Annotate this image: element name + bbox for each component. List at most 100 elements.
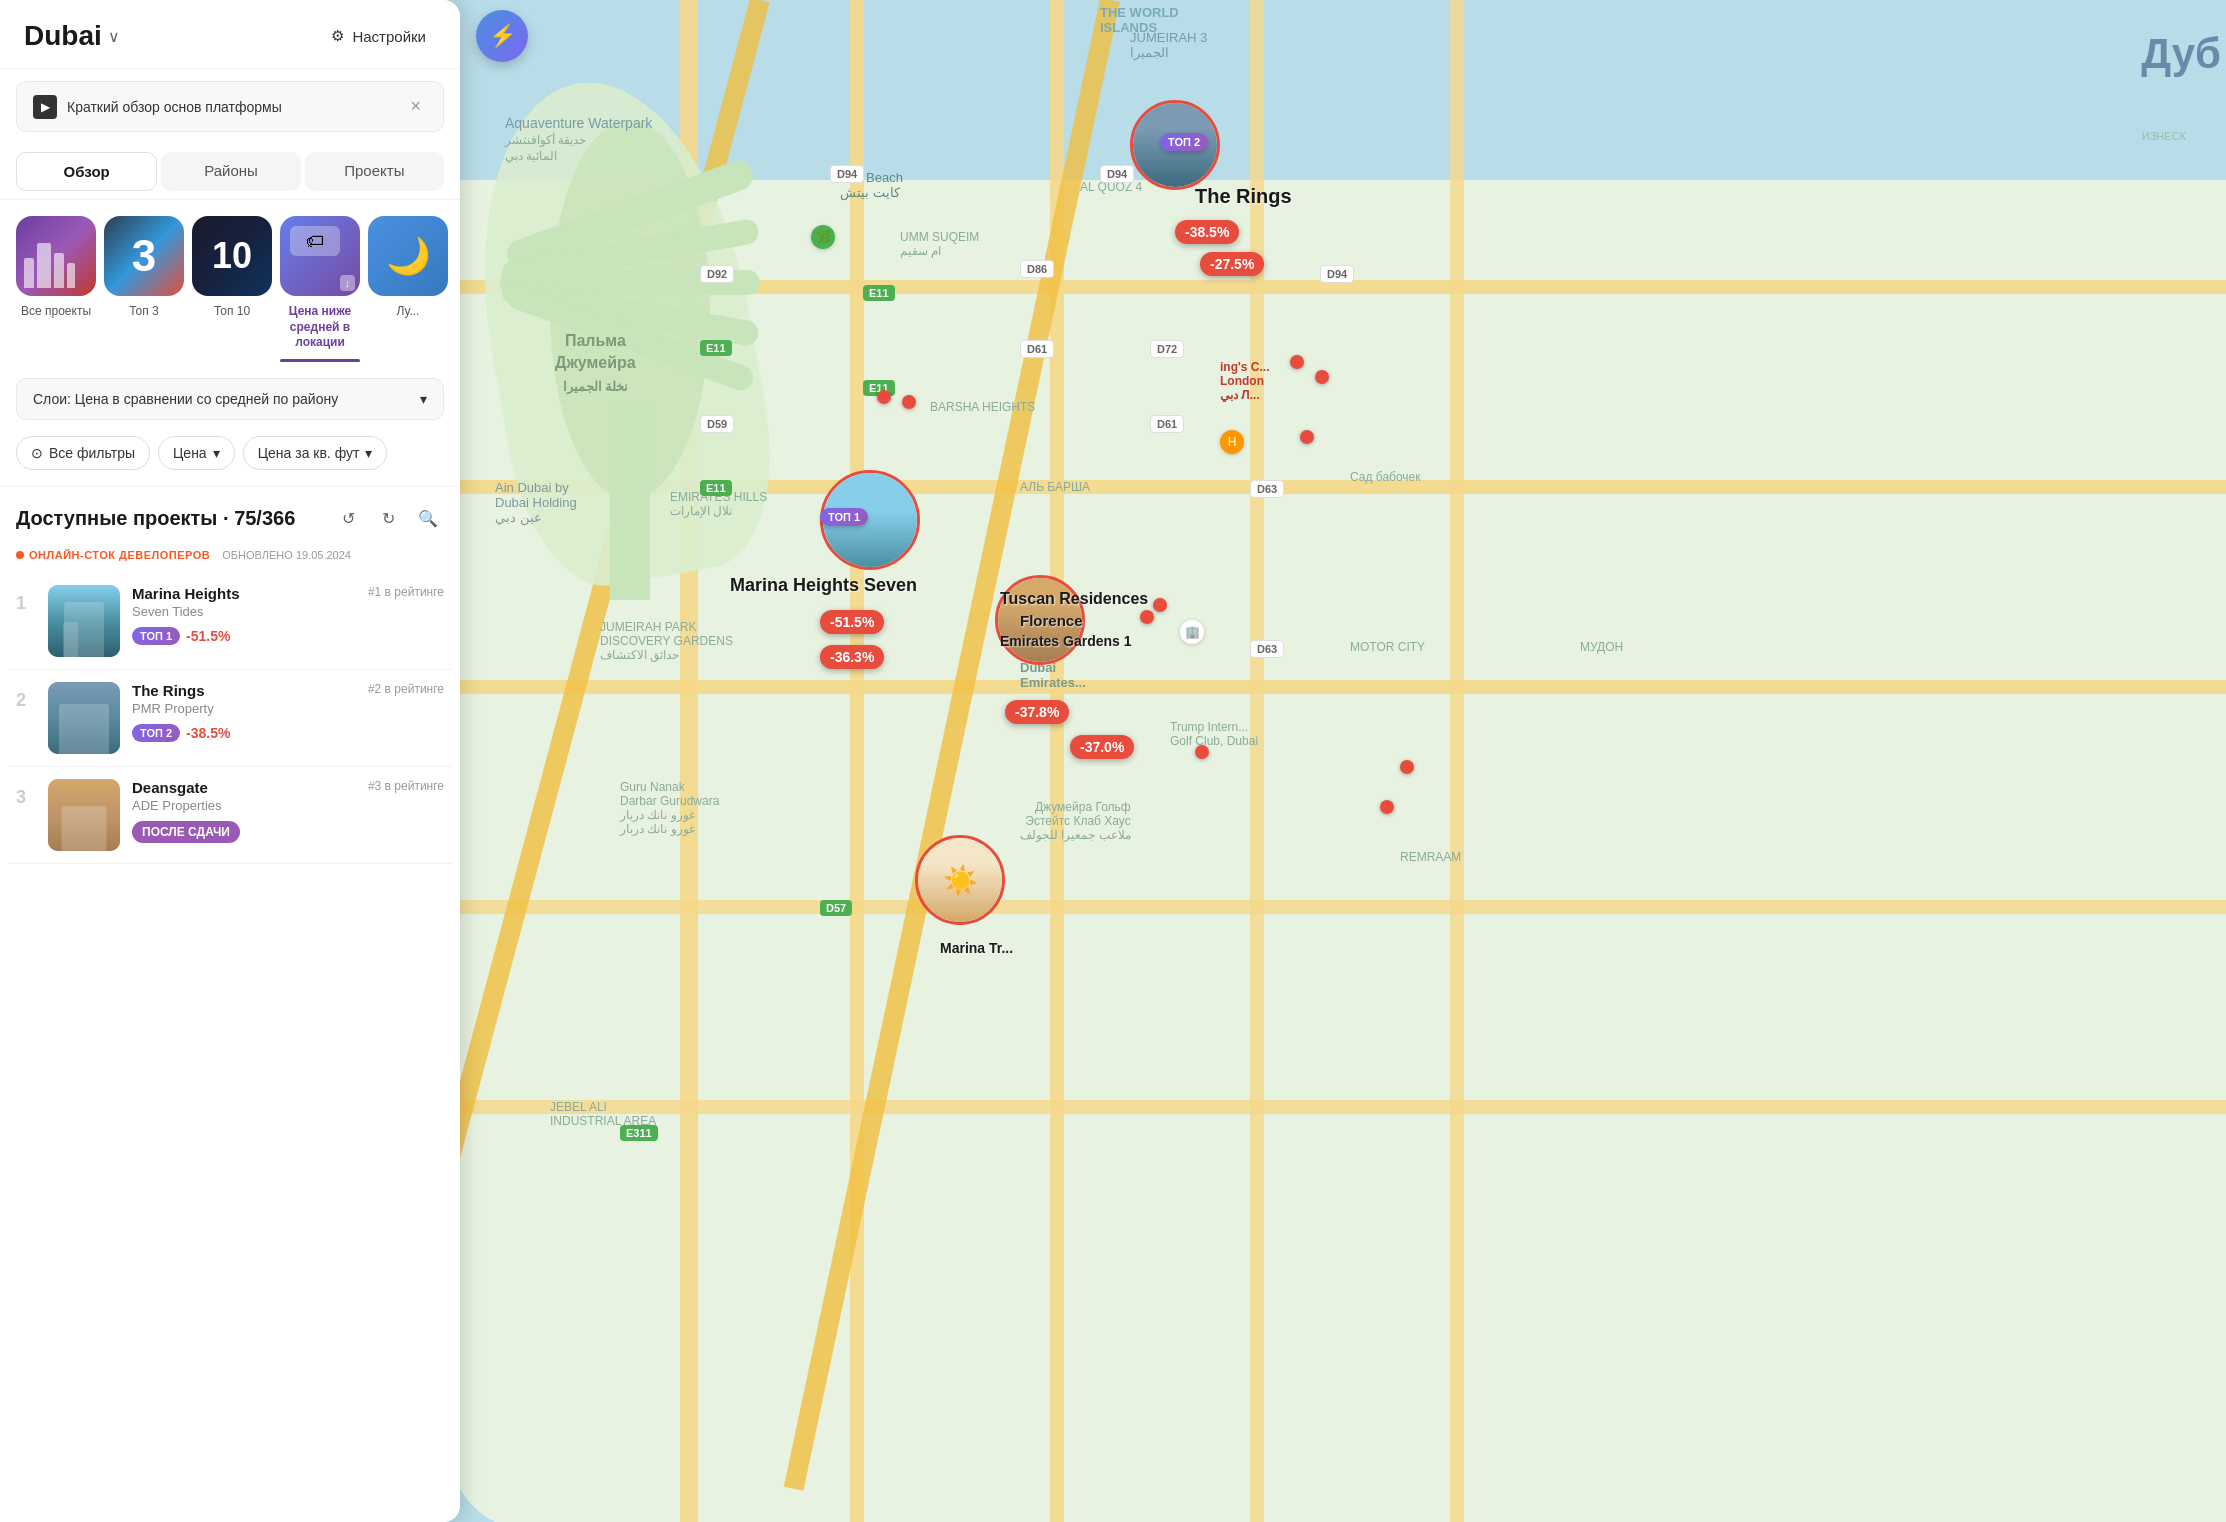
project-thumb-3 <box>48 779 120 851</box>
project-item-3[interactable]: 3 Deansgate ADE Properties ПОСЛЕ СДАЧИ #… <box>8 767 452 864</box>
video-banner-text: Краткий обзор основ платформы <box>67 99 282 115</box>
ain-dubai-label: Ain Dubai byDubai Holdingعين دبي <box>495 480 577 525</box>
motor-city-label: MOTOR CITY <box>1350 640 1425 654</box>
sidebar: Dubai ∨ ⚙ Настройки ▶ Краткий обзор осно… <box>0 0 460 1522</box>
tab-districts[interactable]: Районы <box>161 152 300 191</box>
palm-label: ПальмаДжумейраنخلة الجميرا <box>555 330 636 397</box>
emirates-gardens-label: Emirates Gardens 1 <box>1000 633 1132 649</box>
dubai-ar-label: Дуб <box>2141 30 2221 78</box>
filters-icon: ⊙ <box>31 445 43 461</box>
layer-selector[interactable]: Слои: Цена в сравнении со средней по рай… <box>16 378 444 420</box>
city-chevron-icon: ∨ <box>108 27 120 46</box>
trump-label: Trump Intern...Golf Club, Dubai <box>1170 720 1258 748</box>
sad-babochek-label: Сад бабочек <box>1350 470 1421 484</box>
project-badges-1: ТОП 1 -51.5% <box>132 627 356 645</box>
project-developer-2: PMR Property <box>132 701 356 716</box>
settings-label: Настройки <box>352 28 426 45</box>
sidebar-header: Dubai ∨ ⚙ Настройки <box>0 0 460 69</box>
project-list: 1 Marina Heights Seven Tides ТОП 1 -51.5… <box>0 573 460 864</box>
tab-projects[interactable]: Проекты <box>305 152 444 191</box>
project-ranking-3: #3 в рейтинге <box>368 779 444 793</box>
tuscan-discount-badge[interactable]: -37.8% <box>1005 700 1069 724</box>
filter-bar: ⊙ Все фильтры Цена ▾ Цена за кв. фут ▾ <box>0 428 460 482</box>
marina-discount-badge-2[interactable]: -36.3% <box>820 645 884 669</box>
project-name-3: Deansgate <box>132 779 356 796</box>
category-price-below[interactable]: 🏷 ↓ Цена ниже средней в локации <box>280 216 360 362</box>
price-filter-button[interactable]: Цена ▾ <box>158 436 235 470</box>
al-barsha-label: АЛЬ БАРША <box>1020 480 1090 494</box>
category-all[interactable]: Все проекты <box>16 216 96 362</box>
badge-discount-1: -51.5% <box>186 628 230 644</box>
project-developer-1: Seven Tides <box>132 604 356 619</box>
tuscan-discount-badge-2[interactable]: -37.0% <box>1070 735 1134 759</box>
price-sqft-filter-button[interactable]: Цена за кв. фут ▾ <box>243 436 388 470</box>
map-icon-1: 🌿 <box>811 225 835 249</box>
project-ranking-1: #1 в рейтинге <box>368 585 444 599</box>
rings-discount-badge-2[interactable]: -27.5% <box>1200 252 1264 276</box>
refresh-button[interactable]: ↺ <box>332 503 364 535</box>
marina-heights-map-label: Marina Heights Seven <box>730 575 917 596</box>
rings-discount-badge-1[interactable]: -38.5% <box>1175 220 1239 244</box>
category-top10-icon: 10 <box>192 216 272 296</box>
project-ranking-2: #2 в рейтинге <box>368 682 444 696</box>
aquaventure-label: Aquaventure Waterparkحديقة أكوافنتشرالما… <box>505 115 652 163</box>
category-top3-label: Топ 3 <box>129 304 159 320</box>
price-filter-chevron: ▾ <box>213 445 220 461</box>
section-divider <box>0 486 460 487</box>
bottom-marker[interactable]: ☀️ <box>915 835 1005 925</box>
map-icon-3: 🏢 <box>1180 620 1204 644</box>
guru-nanak-label: Guru NanakDarbar Gurudwaraغورو نانك دربا… <box>620 780 719 836</box>
red-dot-5 <box>1300 430 1314 444</box>
all-filters-button[interactable]: ⊙ Все фильтры <box>16 436 150 470</box>
remraam-label: REMRAAM <box>1400 850 1461 864</box>
video-banner[interactable]: ▶ Краткий обзор основ платформы × <box>16 81 444 132</box>
bottom-project-label: Marina Tr... <box>940 940 1013 956</box>
project-name-2: The Rings <box>132 682 356 699</box>
marina-discount-badge-1[interactable]: -51.5% <box>820 610 884 634</box>
price-sqft-chevron: ▾ <box>365 445 372 461</box>
badge-discount-2: -38.5% <box>186 725 230 741</box>
projects-title: Доступные проекты · 75/366 <box>16 507 295 530</box>
online-dot <box>16 551 24 559</box>
tuscan-map-label: Tuscan Residences <box>1000 590 1148 608</box>
video-banner-close[interactable]: × <box>404 94 427 119</box>
search-button[interactable]: 🔍 <box>412 503 444 535</box>
lightning-fab[interactable]: ⚡ <box>476 10 528 62</box>
projects-title-area: Доступные проекты · 75/366 <box>16 507 295 530</box>
project-number-1: 1 <box>16 593 36 614</box>
city-selector[interactable]: Dubai ∨ <box>24 20 120 52</box>
category-top10[interactable]: 10 Топ 10 <box>192 216 272 362</box>
project-badges-2: ТОП 2 -38.5% <box>132 724 356 742</box>
top3-number: 3 <box>132 231 156 281</box>
main-tabs: Обзор Районы Проекты <box>0 144 460 200</box>
badge-top-1: ТОП 1 <box>132 627 180 645</box>
project-item-2[interactable]: 2 The Rings PMR Property ТОП 2 -38.5% #2… <box>8 670 452 767</box>
category-filters: Все проекты 3 Топ 3 10 Топ 10 <box>0 200 460 370</box>
barsha-heights-label: BARSHA HEIGHTS <box>930 400 1035 414</box>
category-other[interactable]: 🌙 Лу... <box>368 216 448 362</box>
red-dot-1 <box>877 390 891 404</box>
video-banner-left: ▶ Краткий обзор основ платформы <box>33 95 282 119</box>
jumeirah-label: JUMEIRAH 3الجميرا <box>1130 30 1207 60</box>
category-top3[interactable]: 3 Топ 3 <box>104 216 184 362</box>
settings-button[interactable]: ⚙ Настройки <box>321 21 436 51</box>
reload-button[interactable]: ↻ <box>372 503 404 535</box>
projects-header: Доступные проекты · 75/366 ↺ ↻ 🔍 <box>0 491 460 543</box>
project-developer-3: ADE Properties <box>132 798 356 813</box>
project-info-1: Marina Heights Seven Tides ТОП 1 -51.5% <box>132 585 356 645</box>
updated-date: ОБНОВЛЕНО 19.05.2024 <box>222 549 351 561</box>
red-dot-10 <box>1153 598 1167 612</box>
video-icon: ▶ <box>33 95 57 119</box>
category-top10-label: Топ 10 <box>214 304 250 320</box>
tab-overview[interactable]: Обзор <box>16 152 157 191</box>
project-name-1: Marina Heights <box>132 585 356 602</box>
project-item-1[interactable]: 1 Marina Heights Seven Tides ТОП 1 -51.5… <box>8 573 452 670</box>
rings-map-label: The Rings <box>1195 185 1292 208</box>
jebel-ali-label: JEBEL ALIINDUSTRIAL AREA <box>550 1100 656 1128</box>
jumeirah-park-label: JUMEIRAH PARKDISCOVERY GARDENSحدائق الاك… <box>600 620 733 662</box>
mudon-label: МУДОН <box>1580 640 1623 654</box>
category-price-label: Цена ниже средней в локации <box>280 304 360 351</box>
project-info-3: Deansgate ADE Properties ПОСЛЕ СДАЧИ <box>132 779 356 843</box>
red-dot-4 <box>1315 370 1329 384</box>
city-name: Dubai <box>24 20 102 52</box>
